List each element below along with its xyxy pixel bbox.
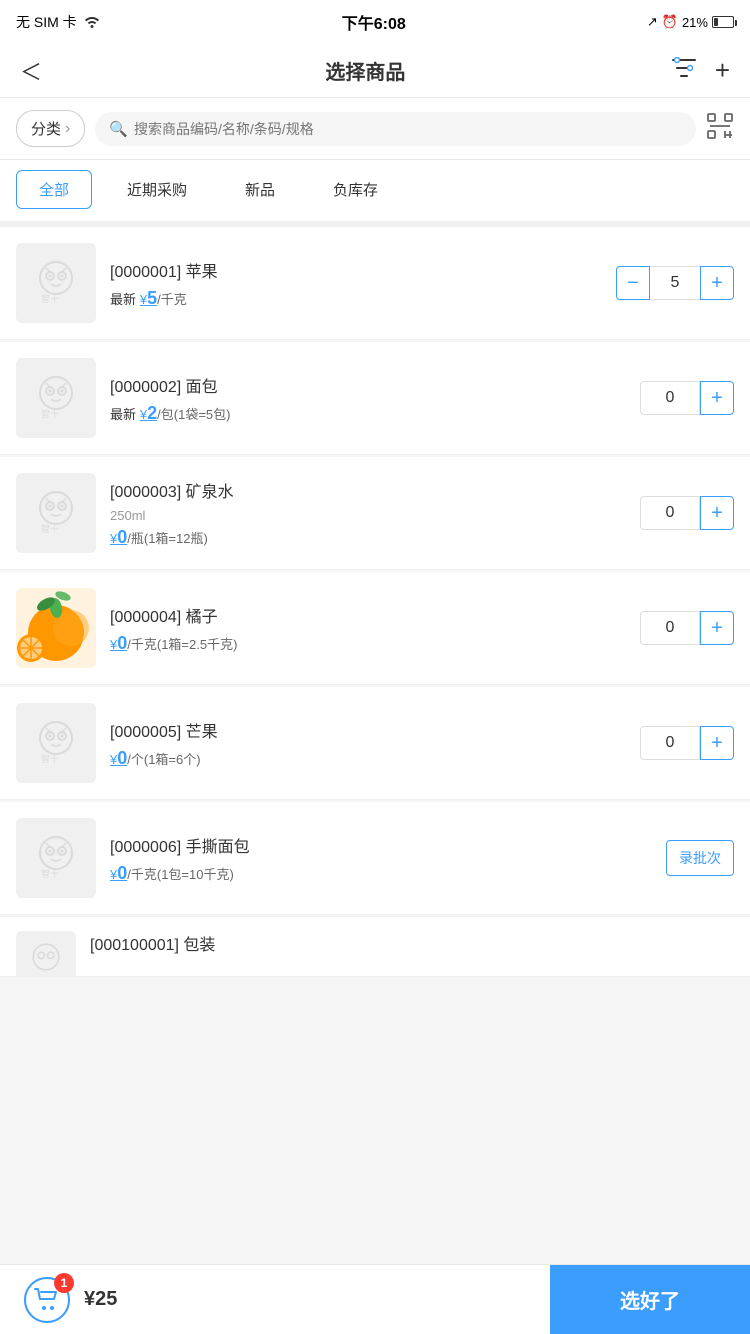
quantity-input[interactable]	[640, 496, 700, 530]
product-name: [000100001] 包装	[90, 931, 734, 955]
category-button[interactable]: 分类 ›	[16, 110, 85, 147]
quantity-increase-button[interactable]: +	[700, 266, 734, 300]
svg-text:智十: 智十	[41, 408, 59, 419]
product-info: [0000005] 芒果 ¥0/个(1箱=6个)	[110, 718, 626, 769]
product-info: [0000004] 橘子 ¥0/千克(1箱=2.5千克)	[110, 603, 626, 654]
bottom-bar: 1 ¥25 选好了	[0, 1264, 750, 1334]
product-price: 最新 ¥5/千克	[110, 288, 602, 309]
quantity-input[interactable]	[650, 266, 700, 300]
filter-tabs: 全部 近期采购 新品 负库存	[0, 160, 750, 227]
list-item: 智十 [0000002] 面包 最新 ¥2/包(1袋=5包) +	[0, 342, 750, 455]
product-price: ¥0/千克(1箱=2.5千克)	[110, 633, 626, 654]
scan-icon[interactable]	[706, 112, 734, 146]
product-name: [0000005] 芒果	[110, 718, 626, 742]
cart-badge: 1	[54, 1273, 74, 1293]
product-info: [000100001] 包装	[90, 931, 734, 961]
alarm-icon: ⏰	[662, 14, 678, 30]
product-list: 智十 [0000001] 苹果 最新 ¥5/千克 − +	[0, 227, 750, 977]
quantity-decrease-button[interactable]: −	[616, 266, 650, 300]
product-price: ¥0/瓶(1箱=12瓶)	[110, 527, 626, 548]
quantity-input[interactable]	[640, 611, 700, 645]
list-item: 智十 [0000006] 手撕面包 ¥0/千克(1包=10千克) 录批次	[0, 802, 750, 915]
battery-percent: 21%	[682, 15, 708, 30]
product-name: [0000001] 苹果	[110, 258, 602, 282]
quantity-control: +	[640, 381, 734, 415]
tab-all[interactable]: 全部	[16, 170, 92, 209]
product-name: [0000002] 面包	[110, 373, 626, 397]
list-item: [0000004] 橘子 ¥0/千克(1箱=2.5千克) +	[0, 572, 750, 685]
product-image: 智十	[16, 358, 96, 438]
search-input[interactable]	[134, 121, 682, 137]
product-info: [0000002] 面包 最新 ¥2/包(1袋=5包)	[110, 373, 626, 424]
quantity-control: − +	[616, 266, 734, 300]
quantity-input[interactable]	[640, 726, 700, 760]
product-image: 智十	[16, 473, 96, 553]
product-price: ¥0/千克(1包=10千克)	[110, 863, 652, 884]
nav-actions: +	[671, 55, 730, 86]
cart-total: ¥25	[84, 1288, 117, 1311]
back-button[interactable]: ＜	[20, 55, 60, 87]
list-item: 智十 [0000001] 苹果 最新 ¥5/千克 − +	[0, 227, 750, 340]
quantity-increase-button[interactable]: +	[700, 611, 734, 645]
quantity-control: +	[640, 611, 734, 645]
product-info: [0000006] 手撕面包 ¥0/千克(1包=10千克)	[110, 833, 652, 884]
svg-text:智十: 智十	[41, 293, 59, 304]
list-item: 智十 [0000005] 芒果 ¥0/个(1箱=6个) +	[0, 687, 750, 800]
status-right: ↗ ⏰ 21%	[647, 14, 734, 30]
product-info: [0000001] 苹果 最新 ¥5/千克	[110, 258, 602, 309]
quantity-control: +	[640, 496, 734, 530]
svg-text:智十: 智十	[41, 523, 59, 534]
quantity-increase-button[interactable]: +	[700, 726, 734, 760]
product-image	[16, 931, 76, 977]
status-bar: 无 SIM 卡 下午6:08 ↗ ⏰ 21%	[0, 0, 750, 44]
status-left: 无 SIM 卡	[16, 12, 101, 32]
page-title: 选择商品	[325, 56, 405, 85]
product-price: 最新 ¥2/包(1袋=5包)	[110, 403, 626, 424]
carrier-text: 无 SIM 卡	[16, 12, 77, 32]
list-item: 智十 [0000003] 矿泉水 250ml ¥0/瓶(1箱=12瓶) +	[0, 457, 750, 570]
cart-button[interactable]: 1	[24, 1277, 70, 1323]
filter-icon[interactable]	[671, 57, 697, 85]
category-label: 分类	[31, 118, 61, 139]
category-chevron: ›	[65, 120, 70, 138]
battery-icon	[712, 16, 734, 28]
quantity-input[interactable]	[640, 381, 700, 415]
product-image: 智十	[16, 818, 96, 898]
add-icon[interactable]: +	[715, 55, 730, 86]
product-image: 智十	[16, 243, 96, 323]
product-image: 智十	[16, 703, 96, 783]
product-name: [0000004] 橘子	[110, 603, 626, 627]
tab-negative[interactable]: 负库存	[310, 170, 401, 209]
location-icon: ↗	[647, 14, 658, 30]
list-item: [000100001] 包装	[0, 917, 750, 977]
product-spec: 250ml	[110, 508, 626, 523]
search-input-wrapper: 🔍	[95, 112, 696, 146]
status-time: 下午6:08	[342, 10, 406, 34]
product-image	[16, 588, 96, 668]
svg-text:智十: 智十	[41, 868, 59, 879]
quantity-increase-button[interactable]: +	[700, 381, 734, 415]
quantity-control: +	[640, 726, 734, 760]
search-bar: 分类 › 🔍	[0, 98, 750, 160]
product-info: [0000003] 矿泉水 250ml ¥0/瓶(1箱=12瓶)	[110, 478, 626, 548]
svg-text:智十: 智十	[41, 753, 59, 764]
product-name: [0000003] 矿泉水	[110, 478, 626, 502]
product-name: [0000006] 手撕面包	[110, 833, 652, 857]
search-icon: 🔍	[109, 120, 128, 138]
product-price: ¥0/个(1箱=6个)	[110, 748, 626, 769]
tab-new[interactable]: 新品	[222, 170, 298, 209]
cart-section: 1 ¥25	[0, 1277, 550, 1323]
nav-bar: ＜ 选择商品 +	[0, 44, 750, 98]
quantity-increase-button[interactable]: +	[700, 496, 734, 530]
tab-recent[interactable]: 近期采购	[104, 170, 210, 209]
confirm-button[interactable]: 选好了	[550, 1265, 750, 1334]
wifi-icon	[83, 14, 101, 31]
batch-button[interactable]: 录批次	[666, 840, 734, 876]
